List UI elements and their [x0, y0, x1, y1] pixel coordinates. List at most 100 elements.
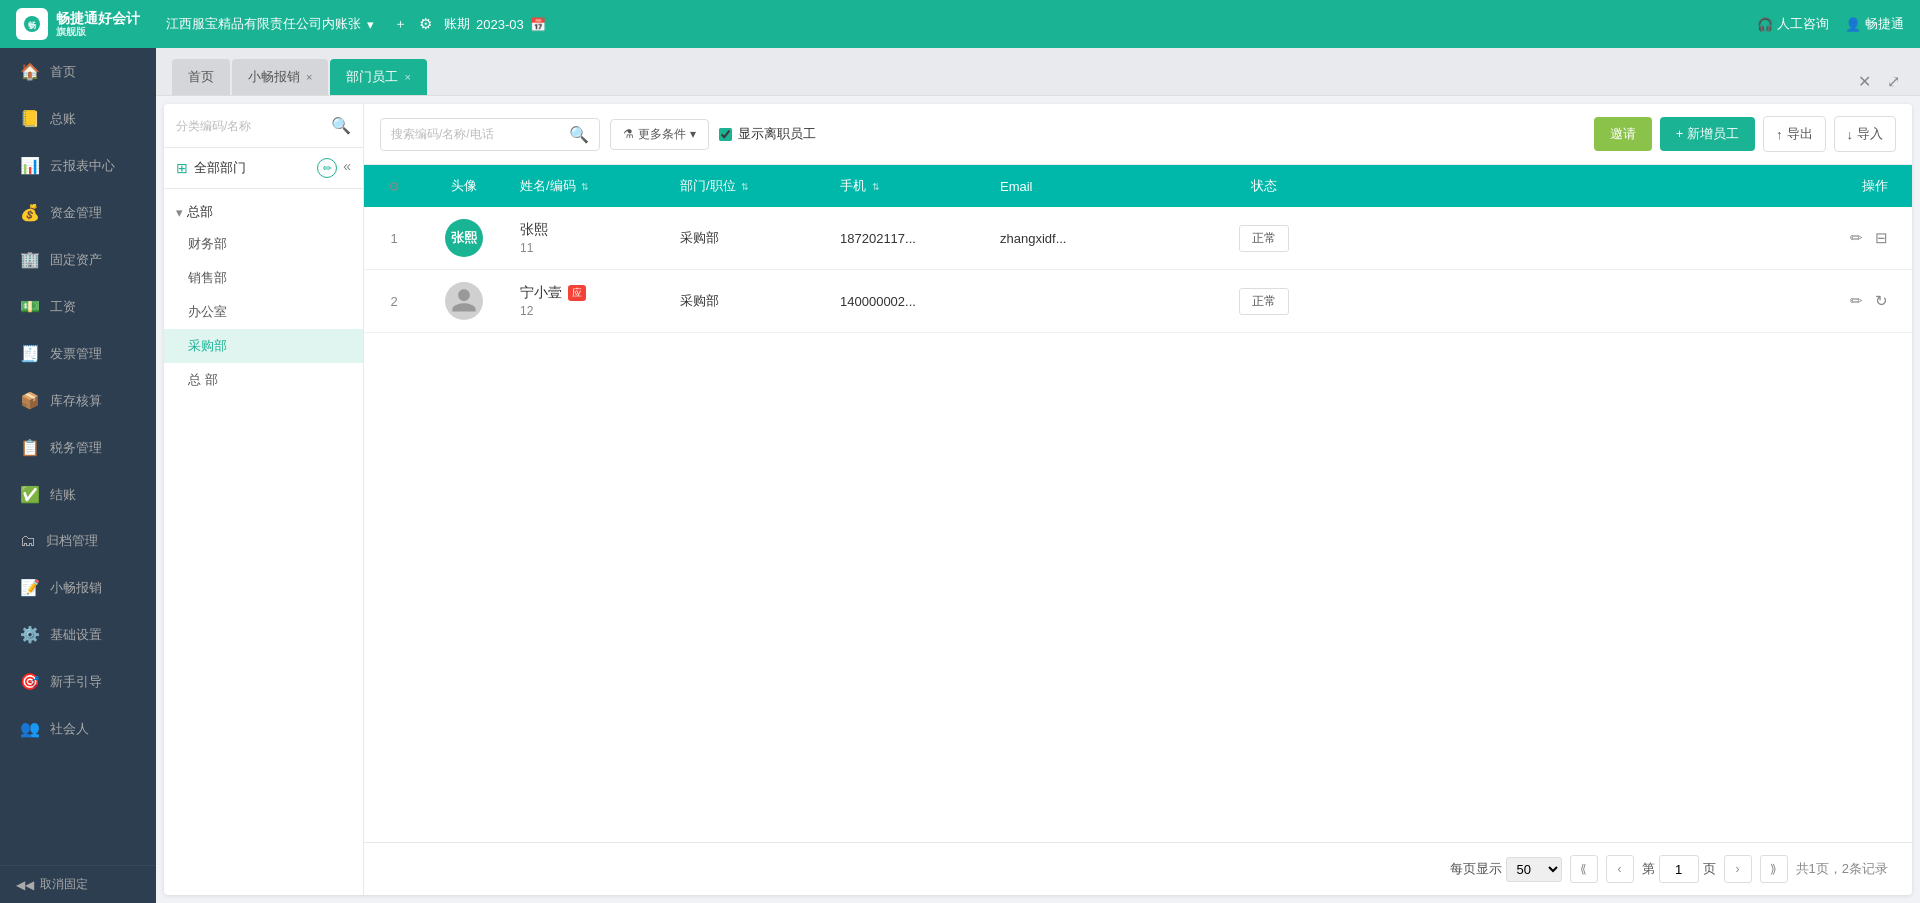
total-info: 共1页，2条记录 [1796, 860, 1888, 878]
dept-collapse-icon[interactable]: « [343, 158, 351, 178]
dept-header-icons: ✏ « [317, 158, 351, 178]
import-icon: ↓ [1847, 127, 1854, 142]
sidebar-label-close: 结账 [50, 486, 76, 504]
chevron-down-icon: ▾ [367, 17, 374, 32]
sidebar-item-salary[interactable]: 💵 工资 [0, 283, 156, 330]
th-dept-position[interactable]: 部门/职位 ⇅ [664, 165, 824, 207]
sidebar-item-inventory[interactable]: 📦 库存核算 [0, 377, 156, 424]
salary-icon: 💵 [20, 297, 40, 316]
dept-item-sales[interactable]: 销售部 [164, 261, 363, 295]
sidebar-item-invoice[interactable]: 🧾 发票管理 [0, 330, 156, 377]
dept-sort-icon: ⇅ [741, 182, 749, 192]
th-avatar: 头像 [424, 165, 504, 207]
ai-consult-button[interactable]: 🎧 人工咨询 [1757, 15, 1829, 33]
first-page-btn[interactable]: ⟪ [1570, 855, 1598, 883]
sidebar-item-close[interactable]: ✅ 结账 [0, 471, 156, 518]
sidebar-label-guide: 新手引导 [50, 673, 102, 691]
dept-search-icon[interactable]: 🔍 [331, 116, 351, 135]
sidebar-label-social: 社会人 [50, 720, 89, 738]
unpin-label: 取消固定 [40, 876, 88, 893]
expand-tab-btn[interactable]: ⤢ [1883, 68, 1904, 95]
dept-search-input[interactable] [176, 119, 327, 133]
export-label: 导出 [1787, 125, 1813, 143]
th-name-code[interactable]: 姓名/编码 ⇅ [504, 165, 664, 207]
sidebar-label-ledger: 总账 [50, 110, 76, 128]
calendar-icon[interactable]: 📅 [530, 17, 546, 32]
th-settings-icon[interactable]: ⚙ [388, 179, 400, 194]
cell-dept-0: 采购部 [664, 207, 824, 270]
prev-page-btn[interactable]: ‹ [1606, 855, 1634, 883]
dept-item-general[interactable]: 总 部 [164, 363, 363, 397]
sidebar-item-assets[interactable]: 🏢 固定资产 [0, 236, 156, 283]
sidebar-item-reports[interactable]: 📊 云报表中心 [0, 142, 156, 189]
settings-button[interactable]: ⚙ [419, 15, 432, 33]
sidebar-item-home[interactable]: 🏠 首页 [0, 48, 156, 95]
period-value: 2023-03 [476, 17, 524, 32]
page-number-input[interactable] [1659, 855, 1699, 883]
assets-icon: 🏢 [20, 250, 40, 269]
sidebar-item-settings[interactable]: ⚙️ 基础设置 [0, 611, 156, 658]
ai-consult-label: 人工咨询 [1777, 15, 1829, 33]
next-page-btn[interactable]: › [1724, 855, 1752, 883]
tab-department[interactable]: 部门员工 × [330, 59, 426, 95]
employee-search-icon[interactable]: 🔍 [569, 125, 589, 144]
edit-employee-button[interactable]: ✏ [1850, 292, 1863, 310]
sidebar-label-assets: 固定资产 [50, 251, 102, 269]
invite-button[interactable]: 邀请 [1594, 117, 1652, 151]
logout-employee-button[interactable]: ⊟ [1875, 229, 1888, 247]
employee-table: ⚙ 头像 姓名/编码 ⇅ 部门/职位 ⇅ 手机 ⇅ [364, 165, 1912, 333]
tab-expense[interactable]: 小畅报销 × [232, 59, 328, 95]
show-resigned-checkbox-label[interactable]: 显示离职员工 [719, 125, 816, 143]
add-button[interactable]: ＋ [394, 15, 407, 33]
edit-employee-button[interactable]: ✏ [1850, 229, 1863, 247]
th-email: Email [984, 165, 1164, 207]
headset-icon: 🎧 [1757, 17, 1773, 32]
export-button[interactable]: ↑ 导出 [1763, 116, 1826, 152]
delete-employee-button[interactable]: ↻ [1875, 292, 1888, 310]
show-resigned-checkbox[interactable] [719, 128, 732, 141]
dept-item-office[interactable]: 办公室 [164, 295, 363, 329]
employee-table-container: ⚙ 头像 姓名/编码 ⇅ 部门/职位 ⇅ 手机 ⇅ [364, 165, 1912, 842]
th-status: 状态 [1164, 165, 1364, 207]
employee-search-input[interactable] [391, 127, 563, 141]
company-selector[interactable]: 江西服宝精品有限责任公司内账张 ▾ [158, 11, 382, 37]
settings-nav-icon: ⚙️ [20, 625, 40, 644]
social-icon: 👥 [20, 719, 40, 738]
import-button[interactable]: ↓ 导入 [1834, 116, 1897, 152]
inner-content: 🔍 ⊞ 全部部门 ✏ « ▾ 总部 [164, 104, 1912, 895]
filter-more-button[interactable]: ⚗ 更多条件 ▾ [610, 119, 709, 150]
employee-name: 张熙 [520, 221, 648, 239]
add-employee-button[interactable]: + 新增员工 [1660, 117, 1755, 151]
sidebar-item-expense[interactable]: 📝 小畅报销 [0, 564, 156, 611]
sidebar-label-salary: 工资 [50, 298, 76, 316]
sidebar-item-ledger[interactable]: 📒 总账 [0, 95, 156, 142]
tab-home[interactable]: 首页 [172, 59, 230, 95]
cell-index-0: 1 [364, 207, 424, 270]
dept-item-finance[interactable]: 财务部 [164, 227, 363, 261]
sidebar-item-tax[interactable]: 📋 税务管理 [0, 424, 156, 471]
tab-department-close[interactable]: × [404, 71, 410, 83]
last-page-btn[interactable]: ⟫ [1760, 855, 1788, 883]
tab-expense-close[interactable]: × [306, 71, 312, 83]
user-area[interactable]: 👤 畅捷通 [1845, 15, 1904, 33]
svg-text:畅: 畅 [28, 21, 36, 30]
unpin-button[interactable]: ◀◀ 取消固定 [0, 865, 156, 903]
th-phone[interactable]: 手机 ⇅ [824, 165, 984, 207]
dept-add-icon[interactable]: ✏ [317, 158, 337, 178]
user-name: 畅捷通 [1865, 15, 1904, 33]
sidebar-item-social[interactable]: 👥 社会人 [0, 705, 156, 752]
sidebar-label-invoice: 发票管理 [50, 345, 102, 363]
dept-group-label-text: 总部 [187, 203, 213, 221]
page-size-select[interactable]: 50 10 20 100 [1506, 857, 1562, 882]
cell-index-1: 2 [364, 270, 424, 333]
close-tab-btn[interactable]: ✕ [1854, 68, 1875, 95]
sidebar-item-funds[interactable]: 💰 资金管理 [0, 189, 156, 236]
page-input-area: 第 页 [1642, 855, 1716, 883]
main-layout: 🏠 首页 📒 总账 📊 云报表中心 💰 资金管理 🏢 固定资产 💵 工资 🧾 发… [0, 48, 1920, 903]
expense-icon: 📝 [20, 578, 40, 597]
sidebar-item-guide[interactable]: 🎯 新手引导 [0, 658, 156, 705]
th-settings: ⚙ [364, 165, 424, 207]
sidebar-item-archive[interactable]: 🗂 归档管理 [0, 518, 156, 564]
dept-item-purchase[interactable]: 采购部 [164, 329, 363, 363]
cell-actions-0: ✏⊟ [1364, 207, 1912, 270]
